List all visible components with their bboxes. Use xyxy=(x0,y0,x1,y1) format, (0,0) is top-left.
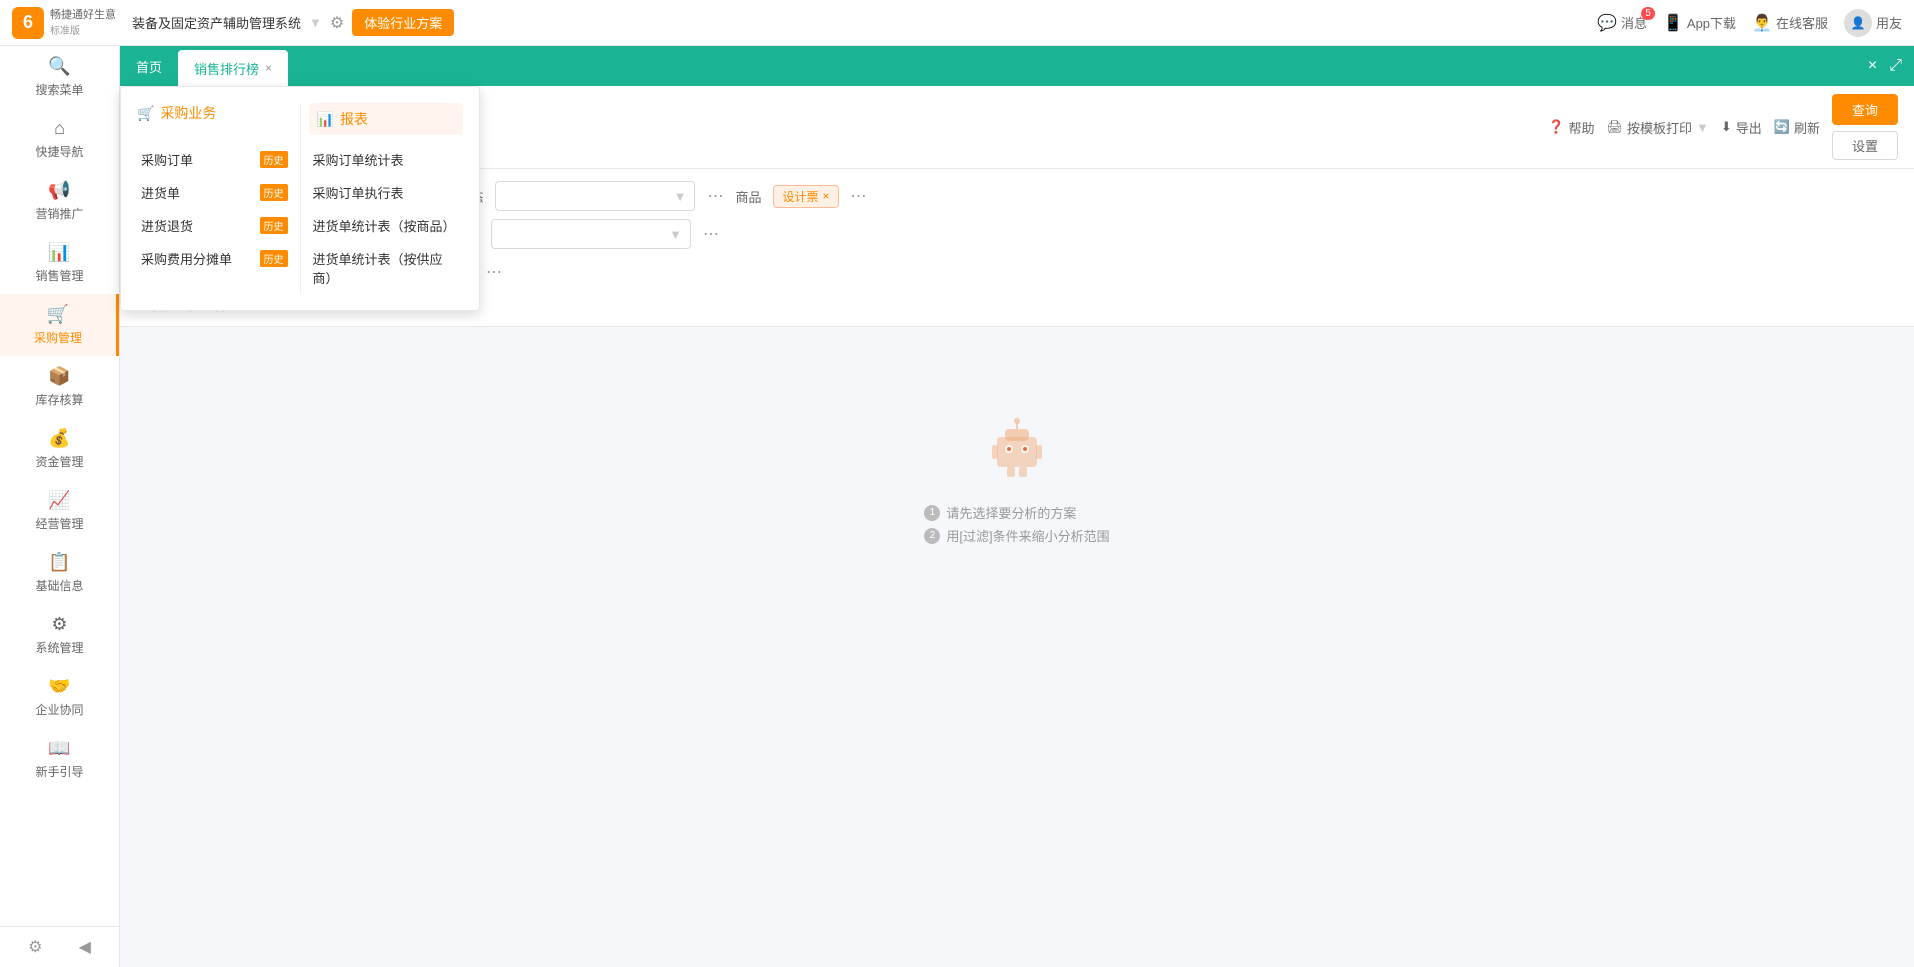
maximize-icon[interactable]: ⤢ xyxy=(1885,53,1906,79)
empty-hints: 1 请先选择要分析的方案 2 用[过滤]条件来缩小分析范围 xyxy=(924,503,1109,549)
sidebar-item-search[interactable]: 🔍 搜索菜单 xyxy=(0,46,119,108)
report-menu-icon: 📊 xyxy=(317,111,334,128)
dropdown-item-receipt-goods[interactable]: 进货单统计表（按商品） xyxy=(309,209,464,242)
purchase-menu-icon: 🛒 xyxy=(137,105,154,122)
print-btn[interactable]: 🖨 按模板打印 ▼ xyxy=(1606,118,1708,137)
sidebar-item-guide[interactable]: 📖 新手引导 xyxy=(0,728,119,790)
dropdown-purchase-title: 🛒 采购业务 xyxy=(137,103,292,131)
dropdown-cols: 🛒 采购业务 采购订单 历史 进货单 历史 进货退货 历史 采购费用分摊单 历史 xyxy=(137,103,463,294)
export-icon: ⬇ xyxy=(1721,119,1732,135)
dropdown-report-title: 📊 报表 xyxy=(309,103,464,135)
industry-btn[interactable]: 体验行业方案 xyxy=(352,9,454,36)
logo-icon: 6 xyxy=(12,7,44,39)
app-download-btn[interactable]: 📱 App下载 xyxy=(1663,13,1736,33)
export-btn[interactable]: ⬇ 导出 xyxy=(1721,118,1762,137)
logo-text: 畅捷通好生意 xyxy=(50,8,116,22)
salesperson-dots[interactable]: ⋯ xyxy=(703,224,719,244)
sales-icon: 📊 xyxy=(48,242,70,263)
sidebar-item-inventory[interactable]: 📦 库存核算 xyxy=(0,356,119,418)
tab-home[interactable]: 首页 xyxy=(120,46,178,86)
dropdown-report-col: 📊 报表 采购订单统计表 采购订单执行表 进货单统计表（按商品） 进货单统计表（… xyxy=(309,103,464,294)
finance-icon: 💰 xyxy=(48,428,70,449)
tab-bar-right: × ⤢ xyxy=(1864,53,1914,79)
sidebar-item-sales[interactable]: 📊 销售管理 xyxy=(0,232,119,294)
search-icon: 🔍 xyxy=(48,56,70,77)
refresh-btn[interactable]: 🔄 刷新 xyxy=(1774,118,1820,137)
top-header: 6 畅捷通好生意 标准版 装备及固定资产辅助管理系统 ▼ ⚙ 体验行业方案 💬 … xyxy=(0,0,1914,46)
dropdown-item-receipt[interactable]: 进货单 历史 xyxy=(137,176,292,209)
system-title: 装备及固定资产辅助管理系统 xyxy=(132,13,301,32)
voucher-status-select[interactable]: ▼ xyxy=(495,181,695,211)
settings-icon[interactable]: ⚙ xyxy=(330,13,344,33)
sidebar-bottom: ⚙ ◀ xyxy=(0,926,119,967)
goods-dots[interactable]: ⋯ xyxy=(851,186,867,206)
sidebar-item-operations[interactable]: 📈 经营管理 xyxy=(0,480,119,542)
tab-close-icon[interactable]: × xyxy=(265,61,272,75)
goods-tag: 设计票 × xyxy=(773,185,838,208)
cooperation-icon: 🤝 xyxy=(48,676,70,697)
dropdown-divider xyxy=(300,103,301,294)
header-middle: 装备及固定资产辅助管理系统 ▼ ⚙ 体验行业方案 xyxy=(132,9,1597,36)
guide-icon: 📖 xyxy=(48,738,70,759)
purchase-icon: 🛒 xyxy=(47,304,69,325)
sidebar-item-finance[interactable]: 💰 资金管理 xyxy=(0,418,119,480)
help-icon: ❓ xyxy=(1548,119,1564,135)
dropdown-item-expense[interactable]: 采购费用分摊单 历史 xyxy=(137,242,292,275)
settings-bottom-icon[interactable]: ⚙ xyxy=(28,937,42,957)
header-right: 💬 消息 5 📱 App下载 👨‍💼 在线客服 👤 用友 xyxy=(1597,9,1902,37)
online-service-btn[interactable]: 👨‍💼 在线客服 xyxy=(1752,13,1828,33)
basic-icon: 📋 xyxy=(48,552,70,573)
voucher-status-dots[interactable]: ⋯ xyxy=(707,186,723,206)
dropdown-purchase-col: 🛒 采购业务 采购订单 历史 进货单 历史 进货退货 历史 采购费用分摊单 历史 xyxy=(137,103,292,294)
user-area[interactable]: 👤 用友 xyxy=(1844,9,1902,37)
marketing-icon: 📢 xyxy=(48,180,70,201)
sidebar-item-basic[interactable]: 📋 基础信息 xyxy=(0,542,119,604)
sidebar-item-purchase[interactable]: 🛒 采购管理 xyxy=(0,294,119,356)
help-btn[interactable]: ❓ 帮助 xyxy=(1548,118,1594,137)
empty-state: 1 请先选择要分析的方案 2 用[过滤]条件来缩小分析范围 xyxy=(120,327,1914,629)
query-btn[interactable]: 查询 xyxy=(1832,94,1898,125)
empty-hint-2: 2 用[过滤]条件来缩小分析范围 xyxy=(924,526,1109,545)
tab-bar: 首页 销售排行榜 × × ⤢ xyxy=(120,46,1914,86)
home-icon: ⌂ xyxy=(54,118,65,139)
dropdown-item-return[interactable]: 进货退货 历史 xyxy=(137,209,292,242)
dropdown-item-po[interactable]: 采购订单 历史 xyxy=(137,143,292,176)
dropdown-menu: 🛒 采购业务 采购订单 历史 进货单 历史 进货退货 历史 采购费用分摊单 历史 xyxy=(120,86,480,311)
sidebar-item-system[interactable]: ⚙ 系统管理 xyxy=(0,604,119,666)
sidebar-item-nav[interactable]: ⌂ 快捷导航 xyxy=(0,108,119,170)
sidebar-item-cooperation[interactable]: 🤝 企业协同 xyxy=(0,666,119,728)
refresh-icon: 🔄 xyxy=(1774,119,1790,135)
avatar: 👤 xyxy=(1844,9,1872,37)
goods-tag-close[interactable]: × xyxy=(822,189,829,203)
system-icon: ⚙ xyxy=(51,614,67,635)
tab-sales-rank-label: 销售排行榜 xyxy=(194,59,259,78)
message-btn[interactable]: 💬 消息 5 xyxy=(1597,13,1647,33)
close-window-icon[interactable]: × xyxy=(1864,53,1881,79)
collapse-sidebar-btn[interactable]: ◀ xyxy=(79,937,91,957)
customer-dots[interactable]: ⋯ xyxy=(486,262,502,282)
operations-icon: 📈 xyxy=(48,490,70,511)
logo-area: 6 畅捷通好生意 标准版 xyxy=(12,7,132,39)
dropdown-item-receipt-supplier[interactable]: 进货单统计表（按供应商） xyxy=(309,242,464,294)
goods-label: 商品 xyxy=(735,187,761,206)
dropdown-item-po-stat[interactable]: 采购订单统计表 xyxy=(309,143,464,176)
sidebar-item-marketing[interactable]: 📢 营销推广 xyxy=(0,170,119,232)
settings-btn[interactable]: 设置 xyxy=(1832,131,1898,160)
empty-hint-1: 1 请先选择要分析的方案 xyxy=(924,503,1109,522)
tab-home-label: 首页 xyxy=(136,57,162,76)
inventory-icon: 📦 xyxy=(48,366,70,387)
tab-sales-rank[interactable]: 销售排行榜 × xyxy=(178,50,288,86)
logo-sub: 标准版 xyxy=(50,22,116,37)
print-icon: 🖨 xyxy=(1606,119,1623,135)
sidebar: 🔍 搜索菜单 ⌂ 快捷导航 📢 营销推广 📊 销售管理 🛒 采购管理 📦 库存核… xyxy=(0,46,120,967)
salesperson-select[interactable]: ▼ xyxy=(491,219,691,249)
dropdown-item-po-exec[interactable]: 采购订单执行表 xyxy=(309,176,464,209)
empty-state-icon xyxy=(977,407,1057,487)
filter-actions: 查询 设置 xyxy=(1832,94,1898,160)
